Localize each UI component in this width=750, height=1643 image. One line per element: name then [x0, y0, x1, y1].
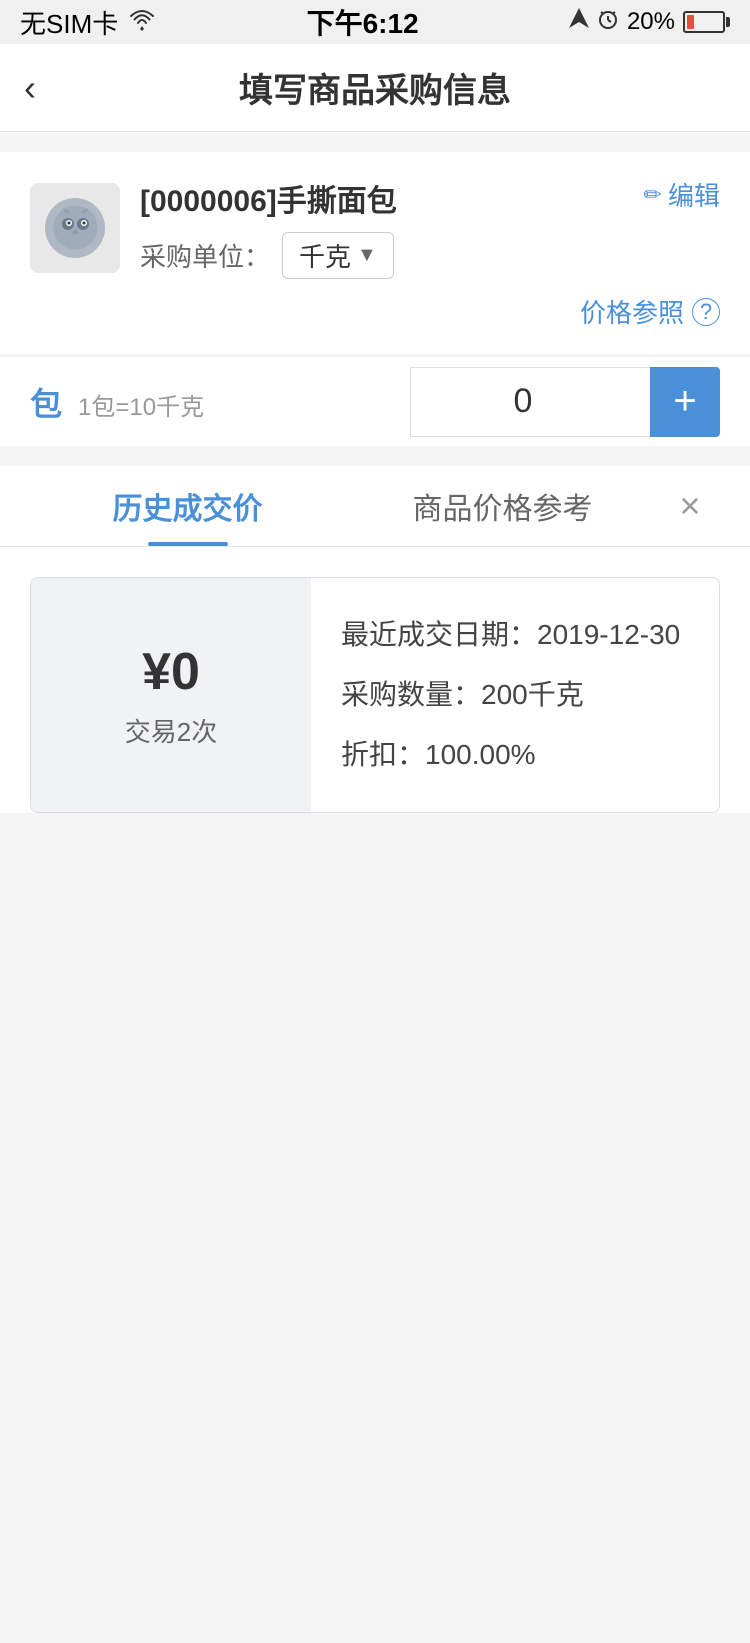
discount-value: 100.00% — [425, 739, 536, 770]
back-button[interactable]: ‹ — [24, 67, 36, 109]
transaction-right: 最近成交日期：2019-12-30 采购数量：200千克 折扣：100.00% — [311, 578, 719, 812]
purchase-qty-row: 采购数量：200千克 — [341, 674, 689, 716]
product-info: [0000006]手撕面包 采购单位： 千克 ▼ — [140, 176, 397, 279]
tab-bar: 历史成交价 商品价格参考 × — [0, 466, 750, 547]
product-unit-row: 采购单位： 千克 ▼ — [140, 232, 397, 279]
battery-percent: 20% — [627, 8, 675, 36]
dropdown-arrow-icon: ▼ — [357, 244, 377, 267]
product-left: [0000006]手撕面包 采购单位： 千克 ▼ — [30, 176, 397, 279]
product-card: [0000006]手撕面包 采购单位： 千克 ▼ ✏ 编辑 价格参照 ? — [0, 152, 750, 354]
quantity-input[interactable] — [410, 367, 650, 437]
tab-price-ref[interactable]: 商品价格参考 — [345, 466, 660, 546]
product-thumbnail — [45, 198, 105, 258]
unit-label: 采购单位： — [140, 237, 270, 274]
transaction-card: ¥0 交易2次 最近成交日期：2019-12-30 采购数量：200千克 折扣：… — [30, 577, 720, 813]
main-content — [0, 843, 750, 1643]
quantity-unit: 包 — [30, 379, 62, 425]
recent-date-row: 最近成交日期：2019-12-30 — [341, 614, 689, 656]
alarm-icon — [597, 8, 619, 37]
quantity-conversion: 1包=10千克 — [78, 387, 204, 422]
quantity-section: 包 1包=10千克 + — [0, 356, 750, 446]
status-time: 下午6:12 — [307, 2, 419, 42]
recent-date-label: 最近成交日期： — [341, 619, 537, 650]
product-footer: 价格参照 ? — [30, 293, 720, 330]
edit-label: 编辑 — [668, 176, 720, 213]
status-left: 无SIM卡 — [20, 4, 156, 41]
carrier-label: 无SIM卡 — [20, 4, 118, 41]
unit-selector[interactable]: 千克 ▼ — [282, 232, 394, 279]
help-icon: ? — [692, 298, 720, 326]
edit-icon: ✏ — [644, 182, 662, 208]
transaction-price: ¥0 — [142, 642, 200, 702]
nav-bar: ‹ 填写商品采购信息 — [0, 44, 750, 132]
purchase-qty-label: 采购数量： — [341, 679, 481, 710]
discount-label: 折扣： — [341, 739, 425, 770]
quantity-plus-button[interactable]: + — [650, 367, 720, 437]
tab-history-price-label: 历史成交价 — [113, 484, 263, 528]
tab-section: 历史成交价 商品价格参考 × ¥0 交易2次 最近成交日期：2019-12-30… — [0, 466, 750, 813]
tab-history-price[interactable]: 历史成交价 — [30, 466, 345, 546]
price-ref-label: 价格参照 — [580, 293, 684, 330]
price-ref-button[interactable]: 价格参照 ? — [580, 293, 720, 330]
product-name: [0000006]手撕面包 — [140, 176, 397, 220]
status-bar: 无SIM卡 下午6:12 — [0, 0, 750, 44]
discount-row: 折扣：100.00% — [341, 734, 689, 776]
unit-value: 千克 — [299, 237, 351, 274]
wifi-icon — [128, 7, 156, 38]
quantity-input-group: + — [410, 367, 720, 437]
tab-price-ref-label: 商品价格参考 — [413, 484, 593, 528]
recent-date-value: 2019-12-30 — [537, 619, 680, 650]
battery-icon — [683, 11, 730, 33]
transaction-count: 交易2次 — [125, 712, 217, 749]
product-header: [0000006]手撕面包 采购单位： 千克 ▼ ✏ 编辑 — [30, 176, 720, 279]
product-actions: ✏ 编辑 — [644, 176, 720, 213]
product-image — [30, 183, 120, 273]
purchase-qty-value: 200千克 — [481, 679, 584, 710]
tab-close-button[interactable]: × — [660, 466, 720, 546]
page-title: 填写商品采购信息 — [239, 63, 511, 112]
location-icon — [569, 8, 589, 37]
status-right: 20% — [569, 8, 730, 37]
quantity-label: 包 1包=10千克 — [30, 379, 204, 425]
edit-button[interactable]: ✏ 编辑 — [644, 176, 720, 213]
transaction-left: ¥0 交易2次 — [31, 578, 311, 812]
